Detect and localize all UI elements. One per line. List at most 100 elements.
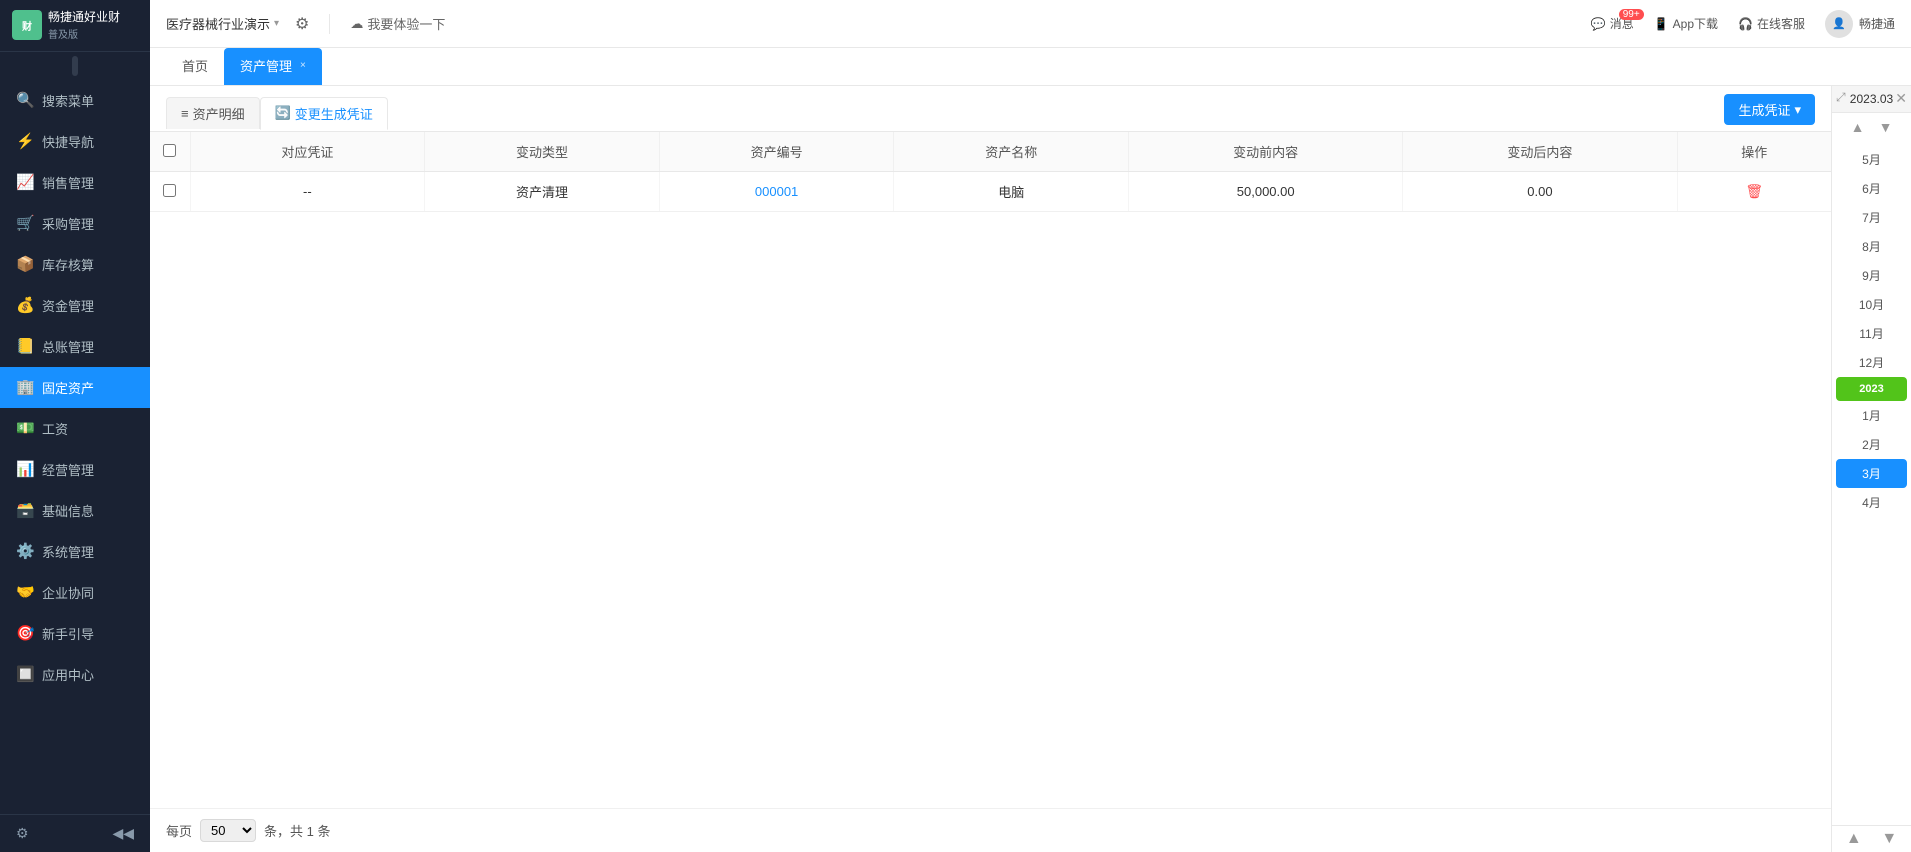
th-before-change: 变动前内容 [1129, 132, 1403, 172]
app-version: 普及版 [48, 26, 120, 41]
row-action: 🗑 [1677, 172, 1831, 212]
subtab-change-voucher[interactable]: 🔄 变更生成凭证 [260, 97, 388, 130]
tab-asset-management[interactable]: 资产管理 × [224, 48, 322, 85]
purchase-icon: 🛒 [16, 214, 34, 232]
basic-info-icon: 🗃️ [16, 501, 34, 519]
month-10-2022[interactable]: 10月 [1832, 290, 1911, 319]
date-nav: ▲ ▼ [1832, 113, 1911, 141]
month-11-2022[interactable]: 11月 [1832, 319, 1911, 348]
month-7-2022[interactable]: 7月 [1832, 203, 1911, 232]
month-3-2023[interactable]: 3月 [1836, 459, 1907, 488]
app-download-button[interactable]: 📱 App下载 [1654, 15, 1718, 32]
per-page-select[interactable]: 50 10 20 100 [200, 819, 256, 842]
system-icon: ⚙️ [16, 542, 34, 560]
sidebar-item-app-center[interactable]: 🔲 应用中心 [0, 654, 150, 695]
sidebar-item-operation[interactable]: 📊 经营管理 [0, 449, 150, 490]
message-button[interactable]: 💬 消息 99+ [1591, 15, 1634, 32]
date-header: 2023.03 [1850, 92, 1893, 106]
row-asset-code: 000001 [659, 172, 894, 212]
sidebar-menu: 🔍 搜索菜单 ⚡ 快捷导航 📈 销售管理 🛒 采购管理 📦 库存核算 💰 资金管… [0, 80, 150, 814]
per-page-label: 每页 [166, 821, 192, 840]
settings-icon[interactable]: ⚙ [16, 825, 29, 842]
month-4-2023[interactable]: 4月 [1832, 488, 1911, 517]
pagination: 每页 50 10 20 100 条，共 1 条 [150, 808, 1831, 852]
customer-service-button[interactable]: 🎧 在线客服 [1738, 15, 1805, 32]
fixed-assets-icon: 🏢 [16, 378, 34, 396]
list-icon: ≡ [181, 106, 189, 121]
date-prev-icon[interactable]: ▲ [1848, 117, 1868, 137]
total-text: 条，共 1 条 [264, 821, 330, 840]
scroll-indicator [72, 56, 78, 76]
row-after-change: 0.00 [1403, 172, 1677, 212]
app-download-icon: 📱 [1654, 17, 1669, 31]
expand-icon[interactable]: ⤢ [1836, 90, 1846, 105]
tab-home[interactable]: 首页 [166, 48, 224, 85]
user-profile[interactable]: 👤 畅捷通 [1825, 10, 1895, 38]
subtab-asset-detail[interactable]: ≡ 资产明细 [166, 97, 260, 129]
sidebar-item-fund[interactable]: 💰 资金管理 [0, 285, 150, 326]
date-sidebar: ⤢ 2023.03 ✕ ▲ ▼ 5月 6月 7月 8月 9月 10月 11月 1… [1831, 86, 1911, 852]
sidebar-item-inventory[interactable]: 📦 库存核算 [0, 244, 150, 285]
sidebar-item-quick-nav[interactable]: ⚡ 快捷导航 [0, 121, 150, 162]
month-12-2022[interactable]: 12月 [1832, 348, 1911, 377]
ledger-icon: 📒 [16, 337, 34, 355]
sidebar-item-guide[interactable]: 🎯 新手引导 [0, 613, 150, 654]
change-icon: 🔄 [275, 105, 291, 121]
content-area: ≡ 资产明细 🔄 变更生成凭证 生成凭证 ▾ [150, 86, 1911, 852]
sidebar-item-search[interactable]: 🔍 搜索菜单 [0, 80, 150, 121]
month-9-2022[interactable]: 9月 [1832, 261, 1911, 290]
close-date-sidebar-icon[interactable]: ✕ [1895, 90, 1907, 107]
year-2023-label[interactable]: 2023 [1836, 377, 1907, 401]
company-selector[interactable]: 医疗器械行业演示 ▾ [166, 14, 279, 33]
tabbar: 首页 资产管理 × [150, 48, 1911, 86]
topbar-right: 💬 消息 99+ 📱 App下载 🎧 在线客服 👤 畅捷通 [1591, 10, 1895, 38]
close-tab-icon[interactable]: × [300, 60, 306, 71]
month-2-2023[interactable]: 2月 [1832, 430, 1911, 459]
date-next-icon[interactable]: ▼ [1876, 117, 1896, 137]
month-8-2022[interactable]: 8月 [1832, 232, 1911, 261]
payroll-icon: 💵 [16, 419, 34, 437]
sidebar: 财 畅捷通好业财 普及版 🔍 搜索菜单 ⚡ 快捷导航 📈 销售管理 🛒 采购管理… [0, 0, 150, 852]
change-voucher-table: 对应凭证 变动类型 资产编号 资产名称 变动前内容 变动后内容 操作 [150, 132, 1831, 212]
month-1-2023[interactable]: 1月 [1832, 401, 1911, 430]
app-name: 畅捷通好业财 [48, 10, 120, 26]
sidebar-bottom: ⚙ ◀◀ [0, 814, 150, 852]
month-6-2022[interactable]: 6月 [1832, 174, 1911, 203]
settings-gear-icon[interactable]: ⚙ [295, 14, 309, 34]
collapse-icon[interactable]: ◀◀ [112, 825, 134, 842]
feedback-button[interactable]: ☁ 我要体验一下 [350, 14, 445, 33]
sidebar-item-purchase[interactable]: 🛒 采购管理 [0, 203, 150, 244]
row-before-change: 50,000.00 [1129, 172, 1403, 212]
sidebar-item-ledger[interactable]: 📒 总账管理 [0, 326, 150, 367]
th-action: 操作 [1677, 132, 1831, 172]
month-5-2022[interactable]: 5月 [1832, 145, 1911, 174]
th-change-type: 变动类型 [425, 132, 660, 172]
feedback-icon: ☁ [350, 16, 363, 32]
delete-icon[interactable]: 🗑 [1745, 183, 1763, 199]
inventory-icon: 📦 [16, 255, 34, 273]
row-change-type: 资产清理 [425, 172, 660, 212]
company-name: 医疗器械行业演示 [166, 14, 270, 33]
th-after-change: 变动后内容 [1403, 132, 1677, 172]
date-nav-down-icon[interactable]: ▼ [1881, 830, 1897, 848]
th-asset-code: 资产编号 [659, 132, 894, 172]
sidebar-item-fixed-assets[interactable]: 🏢 固定资产 [0, 367, 150, 408]
row-voucher: -- [190, 172, 425, 212]
date-nav-up-icon[interactable]: ▲ [1846, 830, 1862, 848]
generate-voucher-button[interactable]: 生成凭证 ▾ [1724, 94, 1815, 125]
sidebar-item-system[interactable]: ⚙️ 系统管理 [0, 531, 150, 572]
date-list: 5月 6月 7月 8月 9月 10月 11月 12月 2023 1月 2月 3月… [1832, 141, 1911, 825]
topbar: 医疗器械行业演示 ▾ ⚙ ☁ 我要体验一下 💬 消息 99+ 📱 App下载 🎧… [150, 0, 1911, 48]
enterprise-icon: 🤝 [16, 583, 34, 601]
sidebar-item-enterprise[interactable]: 🤝 企业协同 [0, 572, 150, 613]
row-checkbox[interactable] [163, 184, 176, 197]
sidebar-item-sales[interactable]: 📈 销售管理 [0, 162, 150, 203]
th-checkbox [150, 132, 190, 172]
subtab-bar: ≡ 资产明细 🔄 变更生成凭证 生成凭证 ▾ [150, 86, 1831, 132]
chevron-down-icon: ▾ [274, 18, 279, 29]
message-badge: 99+ [1619, 9, 1644, 20]
row-checkbox-cell [150, 172, 190, 212]
select-all-checkbox[interactable] [163, 144, 176, 157]
sidebar-item-basic-info[interactable]: 🗃️ 基础信息 [0, 490, 150, 531]
sidebar-item-payroll[interactable]: 💵 工资 [0, 408, 150, 449]
